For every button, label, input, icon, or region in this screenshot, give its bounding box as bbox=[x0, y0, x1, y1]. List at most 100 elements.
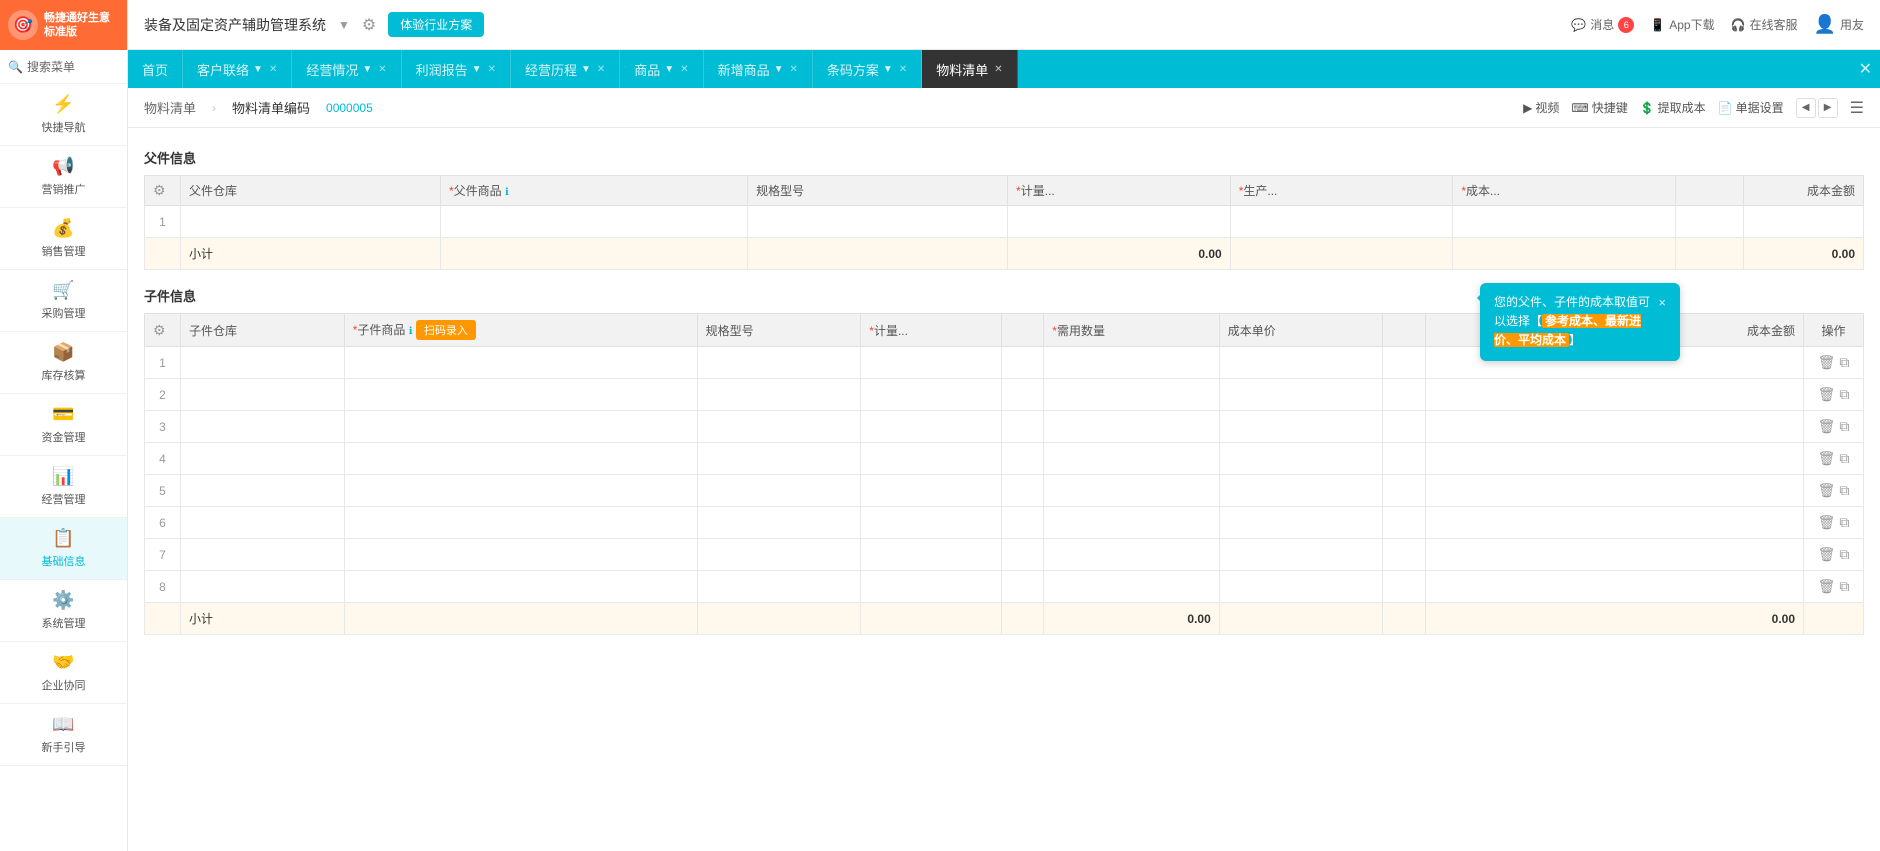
tab-home[interactable]: 首页 bbox=[128, 50, 183, 88]
child-warehouse-8[interactable] bbox=[181, 571, 345, 603]
child-qty-unit-1[interactable] bbox=[861, 347, 1001, 379]
child-warehouse-4[interactable] bbox=[181, 443, 345, 475]
copy-icon-5[interactable]: ⧉ bbox=[1839, 482, 1849, 499]
delete-icon-8[interactable]: 🗑 bbox=[1818, 578, 1836, 595]
tab-operations-close[interactable]: ✕ bbox=[378, 64, 386, 75]
tab-history-close[interactable]: ✕ bbox=[597, 64, 605, 75]
child-warehouse-3[interactable] bbox=[181, 411, 345, 443]
child-needed-qty-5[interactable] bbox=[1044, 475, 1219, 507]
sidebar-item-system[interactable]: ⚙️ 系统管理 bbox=[0, 580, 127, 642]
tab-product-close[interactable]: ✕ bbox=[680, 64, 688, 75]
child-product-2[interactable] bbox=[344, 379, 697, 411]
grid-view-icon[interactable]: ☰ bbox=[1850, 98, 1864, 118]
scan-input-btn[interactable]: 扫码录入 bbox=[416, 320, 476, 340]
child-warehouse-1[interactable] bbox=[181, 347, 345, 379]
child-unit-cost-2[interactable] bbox=[1219, 379, 1383, 411]
child-unit-cost-4[interactable] bbox=[1219, 443, 1383, 475]
sidebar-item-inventory[interactable]: 📦 库存核算 bbox=[0, 332, 127, 394]
tab-profit[interactable]: 利润报告 ▼ ✕ bbox=[402, 50, 511, 88]
sidebar-item-finance[interactable]: 💳 资金管理 bbox=[0, 394, 127, 456]
delete-icon-5[interactable]: 🗑 bbox=[1818, 482, 1836, 499]
tab-profit-close[interactable]: ✕ bbox=[488, 64, 496, 75]
child-needed-qty-8[interactable] bbox=[1044, 571, 1219, 603]
single-settings-action[interactable]: 📄 单据设置 bbox=[1718, 99, 1784, 116]
parent-product-1[interactable] bbox=[440, 206, 747, 238]
tab-close-all[interactable]: ✕ bbox=[1851, 50, 1880, 88]
tab-product[interactable]: 商品 ▼ ✕ bbox=[620, 50, 703, 88]
child-qty-unit-8[interactable] bbox=[861, 571, 1001, 603]
delete-icon-4[interactable]: 🗑 bbox=[1818, 450, 1836, 467]
copy-icon-3[interactable]: ⧉ bbox=[1839, 418, 1849, 435]
child-unit-cost-6[interactable] bbox=[1219, 507, 1383, 539]
sidebar-search[interactable]: 🔍 搜索菜单 bbox=[0, 50, 127, 84]
child-product-8[interactable] bbox=[344, 571, 697, 603]
sidebar-item-enterprise[interactable]: 🤝 企业协同 bbox=[0, 642, 127, 704]
delete-icon-6[interactable]: 🗑 bbox=[1818, 514, 1836, 531]
experience-button[interactable]: 体验行业方案 bbox=[388, 12, 484, 37]
child-spec-5[interactable] bbox=[697, 475, 861, 507]
delete-icon-2[interactable]: 🗑 bbox=[1818, 386, 1836, 403]
tab-bom[interactable]: 物料清单 ✕ bbox=[922, 50, 1017, 88]
child-product-6[interactable] bbox=[344, 507, 697, 539]
tab-customer-close[interactable]: ✕ bbox=[269, 64, 277, 75]
sidebar-item-sales[interactable]: 💰 销售管理 bbox=[0, 208, 127, 270]
child-warehouse-7[interactable] bbox=[181, 539, 345, 571]
breadcrumb-bom-list[interactable]: 物料清单 bbox=[144, 98, 196, 117]
parent-spec-1[interactable] bbox=[748, 206, 1008, 238]
tooltip-close-btn[interactable]: × bbox=[1658, 293, 1666, 314]
sidebar-item-quick-nav[interactable]: ⚡ 快捷导航 bbox=[0, 84, 127, 146]
tab-new-product-close[interactable]: ✕ bbox=[790, 64, 798, 75]
copy-icon-7[interactable]: ⧉ bbox=[1839, 546, 1849, 563]
child-needed-qty-4[interactable] bbox=[1044, 443, 1219, 475]
gear-icon[interactable]: ⚙ bbox=[362, 15, 376, 35]
message-item[interactable]: 💬 消息 6 bbox=[1571, 16, 1634, 33]
child-needed-qty-1[interactable] bbox=[1044, 347, 1219, 379]
prev-record-btn[interactable]: ◀ bbox=[1796, 98, 1816, 118]
child-spec-7[interactable] bbox=[697, 539, 861, 571]
child-product-3[interactable] bbox=[344, 411, 697, 443]
copy-icon-8[interactable]: ⧉ bbox=[1839, 578, 1849, 595]
child-needed-qty-6[interactable] bbox=[1044, 507, 1219, 539]
sidebar-item-basic-info[interactable]: 📋 基础信息 bbox=[0, 518, 127, 580]
copy-icon-1[interactable]: ⧉ bbox=[1839, 354, 1849, 371]
online-service-item[interactable]: 🎧 在线客服 bbox=[1731, 16, 1798, 33]
app-download-item[interactable]: 📱 App下载 bbox=[1650, 16, 1714, 33]
child-spec-6[interactable] bbox=[697, 507, 861, 539]
child-qty-unit-4[interactable] bbox=[861, 443, 1001, 475]
tab-barcode[interactable]: 条码方案 ▼ ✕ bbox=[813, 50, 922, 88]
tab-new-product[interactable]: 新增商品 ▼ ✕ bbox=[704, 50, 813, 88]
child-unit-cost-8[interactable] bbox=[1219, 571, 1383, 603]
child-warehouse-5[interactable] bbox=[181, 475, 345, 507]
child-qty-unit-2[interactable] bbox=[861, 379, 1001, 411]
child-product-5[interactable] bbox=[344, 475, 697, 507]
child-unit-cost-3[interactable] bbox=[1219, 411, 1383, 443]
parent-produce-1[interactable] bbox=[1230, 206, 1453, 238]
tab-history[interactable]: 经营历程 ▼ ✕ bbox=[511, 50, 620, 88]
dropdown-arrow[interactable]: ▼ bbox=[338, 18, 350, 32]
tab-barcode-close[interactable]: ✕ bbox=[899, 64, 907, 75]
delete-icon-7[interactable]: 🗑 bbox=[1818, 546, 1836, 563]
child-needed-qty-2[interactable] bbox=[1044, 379, 1219, 411]
child-col-config[interactable]: ⚙ bbox=[145, 314, 181, 347]
sidebar-item-marketing[interactable]: 📢 营销推广 bbox=[0, 146, 127, 208]
copy-icon-6[interactable]: ⧉ bbox=[1839, 514, 1849, 531]
child-qty-unit-5[interactable] bbox=[861, 475, 1001, 507]
parent-warehouse-1[interactable] bbox=[181, 206, 441, 238]
child-spec-4[interactable] bbox=[697, 443, 861, 475]
tab-customer[interactable]: 客户联络 ▼ ✕ bbox=[183, 50, 292, 88]
child-qty-unit-7[interactable] bbox=[861, 539, 1001, 571]
delete-icon-3[interactable]: 🗑 bbox=[1818, 418, 1836, 435]
child-spec-2[interactable] bbox=[697, 379, 861, 411]
child-spec-1[interactable] bbox=[697, 347, 861, 379]
child-spec-3[interactable] bbox=[697, 411, 861, 443]
parent-cost-1[interactable] bbox=[1453, 206, 1676, 238]
child-warehouse-2[interactable] bbox=[181, 379, 345, 411]
tab-bom-close[interactable]: ✕ bbox=[994, 64, 1002, 75]
child-product-7[interactable] bbox=[344, 539, 697, 571]
sidebar-item-purchase[interactable]: 🛒 采购管理 bbox=[0, 270, 127, 332]
child-spec-8[interactable] bbox=[697, 571, 861, 603]
parent-col-config[interactable]: ⚙ bbox=[145, 176, 181, 206]
tab-operations[interactable]: 经营情况 ▼ ✕ bbox=[292, 50, 401, 88]
child-qty-unit-3[interactable] bbox=[861, 411, 1001, 443]
child-product-4[interactable] bbox=[344, 443, 697, 475]
